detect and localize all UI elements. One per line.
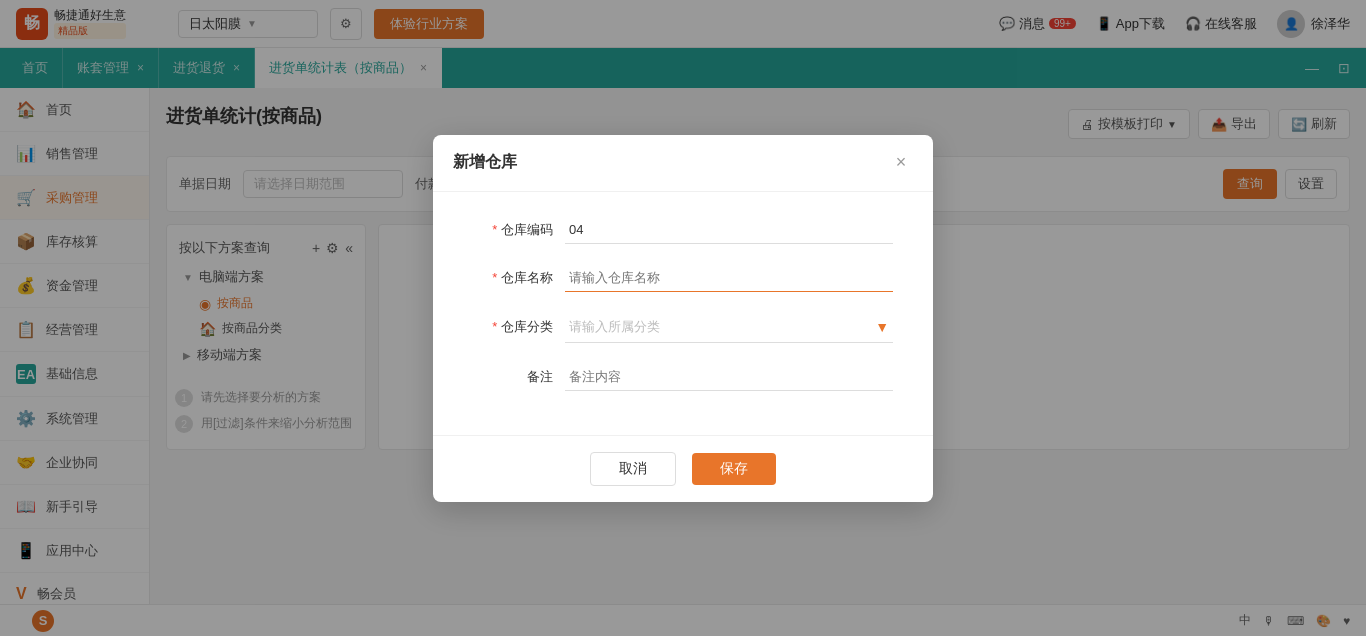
dialog-footer: 取消 保存 [433,435,933,502]
form-row-category: 仓库分类 请输入所属分类 ▼ [473,312,893,343]
category-dropdown-arrow: ▼ [875,319,889,335]
note-input[interactable] [565,363,893,391]
dialog-add-warehouse: 新增仓库 × 仓库编码 仓库名称 仓库分类 请输入所属分类 ▼ [433,135,933,502]
dialog-close-button[interactable]: × [889,151,913,175]
form-row-name: 仓库名称 [473,264,893,292]
form-row-code: 仓库编码 [473,216,893,244]
code-label: 仓库编码 [473,221,553,239]
category-select[interactable]: 请输入所属分类 ▼ [565,312,893,343]
cancel-button[interactable]: 取消 [590,452,676,486]
name-label: 仓库名称 [473,269,553,287]
dialog-title: 新增仓库 [453,152,517,173]
form-row-note: 备注 [473,363,893,391]
save-button[interactable]: 保存 [692,453,776,485]
modal-overlay[interactable]: 新增仓库 × 仓库编码 仓库名称 仓库分类 请输入所属分类 ▼ [0,0,1366,636]
dialog-header: 新增仓库 × [433,135,933,192]
dialog-body: 仓库编码 仓库名称 仓库分类 请输入所属分类 ▼ 备注 [433,192,933,435]
category-label: 仓库分类 [473,318,553,336]
name-input[interactable] [565,264,893,292]
note-label: 备注 [473,368,553,386]
category-placeholder: 请输入所属分类 [569,318,660,336]
code-input[interactable] [565,216,893,244]
